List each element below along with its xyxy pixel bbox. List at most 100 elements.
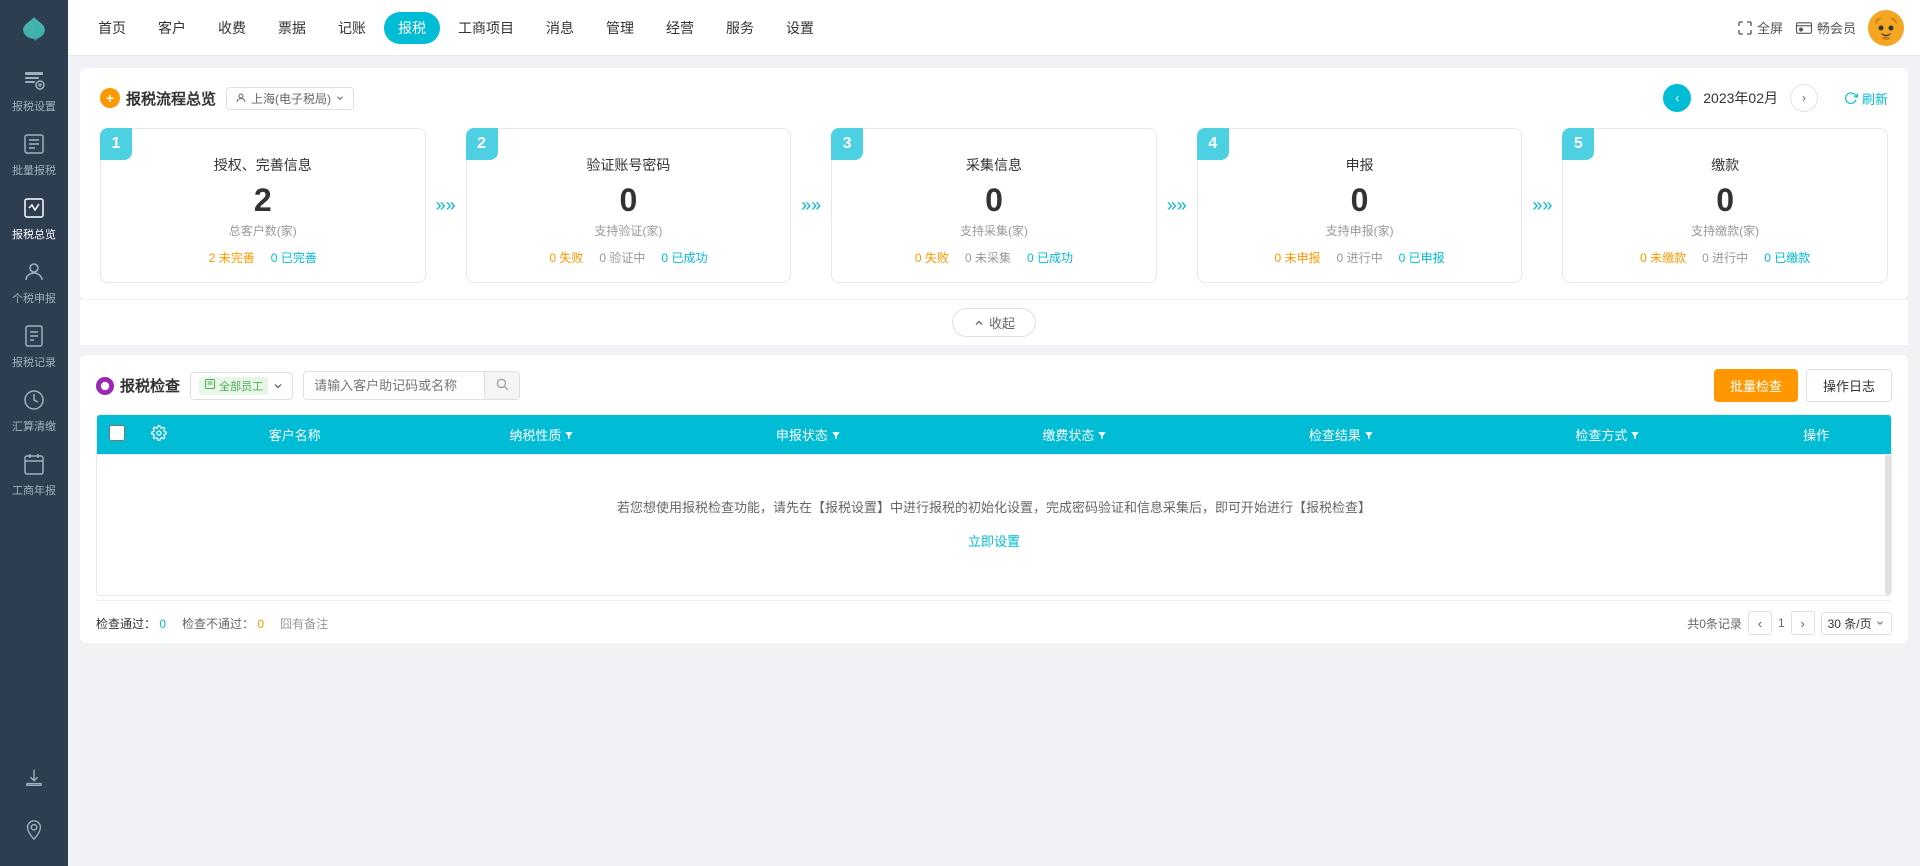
search-input[interactable] xyxy=(304,373,484,398)
step-1-card: 1 授权、完善信息 2 总客户数(家) 2 未完善 0 已完善 xyxy=(100,128,426,283)
sidebar-item-tax-record[interactable]: 报税记录 xyxy=(0,312,68,376)
nav-fee[interactable]: 收费 xyxy=(204,12,260,44)
step-2-stat-mid[interactable]: 0 验证中 xyxy=(599,249,645,266)
check-table: 客户名称 纳税性质 申报状态 xyxy=(97,415,1891,454)
step-2-stats: 0 失败 0 验证中 0 已成功 xyxy=(483,249,775,266)
fullscreen-button[interactable]: 全屏 xyxy=(1737,18,1783,37)
step-5-stat-mid[interactable]: 0 进行中 xyxy=(1702,249,1748,266)
th-check-result[interactable]: 检查结果 xyxy=(1208,415,1475,454)
current-page: 1 xyxy=(1778,616,1785,630)
overview-panel: + 报税流程总览 上海(电子税局) ‹ 2023年02月 › 刷新 xyxy=(80,68,1908,299)
check-title: 报税检查 xyxy=(96,375,180,396)
operation-log-button[interactable]: 操作日志 xyxy=(1806,369,1892,402)
step-5-count: 0 xyxy=(1579,183,1871,218)
step-5-stat-ok[interactable]: 0 已缴款 xyxy=(1764,249,1810,266)
nav-tax[interactable]: 报税 xyxy=(384,12,440,44)
nav-msg[interactable]: 消息 xyxy=(532,12,588,44)
nav-bookkeep[interactable]: 记账 xyxy=(324,12,380,44)
app-logo[interactable] xyxy=(0,0,68,56)
search-button[interactable] xyxy=(484,372,519,399)
select-all-checkbox[interactable] xyxy=(109,425,125,441)
step-2-count: 0 xyxy=(483,183,775,218)
sidebar-item-personal-tax[interactable]: 个税申报 xyxy=(0,248,68,312)
th-checkbox xyxy=(97,415,137,454)
vip-button[interactable]: 畅会员 xyxy=(1795,18,1856,37)
nav-ops[interactable]: 经营 xyxy=(652,12,708,44)
avatar[interactable] xyxy=(1868,10,1904,46)
overview-header: + 报税流程总览 上海(电子税局) ‹ 2023年02月 › 刷新 xyxy=(100,84,1888,112)
th-tax-nature[interactable]: 纳税性质 xyxy=(409,415,676,454)
nav-items: 首页 客户 收费 票据 记账 报税 工商项目 消息 管理 经营 服务 设置 xyxy=(84,12,1737,44)
step-2-card: 2 验证账号密码 0 支持验证(家) 0 失败 0 验证中 xyxy=(466,128,792,283)
step-1-num: 1 xyxy=(100,128,132,160)
refresh-label: 刷新 xyxy=(1862,89,1888,108)
person-icon xyxy=(235,92,247,104)
step-3-stat-ok[interactable]: 0 已成功 xyxy=(1027,249,1073,266)
pagination: 共0条记录 ‹ 1 › 30 条/页 xyxy=(1687,611,1892,635)
sidebar-bottom xyxy=(0,754,68,866)
prev-page-button[interactable]: ‹ xyxy=(1748,611,1772,635)
step-4-card: 4 申报 0 支持申报(家) 0 未申报 0 进行中 xyxy=(1197,128,1523,283)
step-1-stat-ok[interactable]: 0 已完善 xyxy=(271,249,317,266)
download-icon xyxy=(18,762,50,794)
step-3-stat-mid[interactable]: 0 未采集 xyxy=(965,249,1011,266)
settings-icon[interactable] xyxy=(151,425,167,441)
next-month-button[interactable]: › xyxy=(1790,84,1818,112)
pass-link[interactable]: 0 xyxy=(159,617,166,631)
per-page-dropdown-icon xyxy=(1875,618,1885,628)
tax-record-icon xyxy=(18,320,50,352)
refresh-button[interactable]: 刷新 xyxy=(1844,89,1888,108)
th-declare-status[interactable]: 申报状态 xyxy=(675,415,942,454)
step-2-stat-fail[interactable]: 0 失败 xyxy=(549,249,583,266)
steps-row: 1 授权、完善信息 2 总客户数(家) 2 未完善 0 已完善 xyxy=(100,128,1888,283)
step-arrow-2: »» xyxy=(791,128,831,283)
step-1-title: 授权、完善信息 xyxy=(117,155,409,175)
step-5-stat-fail[interactable]: 0 未缴款 xyxy=(1640,249,1686,266)
step-4-stat-ok[interactable]: 0 已申报 xyxy=(1399,249,1445,266)
th-pay-status[interactable]: 缴费状态 xyxy=(942,415,1209,454)
th-action: 操作 xyxy=(1741,415,1891,454)
top-nav: 首页 客户 收费 票据 记账 报税 工商项目 消息 管理 经营 服务 设置 全屏… xyxy=(68,0,1920,56)
fail-count: 检查不通过： 0 xyxy=(182,615,264,632)
sidebar-item-settlement[interactable]: 汇算清缴 xyxy=(0,376,68,440)
next-page-button[interactable]: › xyxy=(1791,611,1815,635)
fail-link[interactable]: 0 xyxy=(257,617,264,631)
sidebar-bottom-location[interactable] xyxy=(0,806,68,854)
sidebar-item-label: 报税总览 xyxy=(12,226,56,242)
nav-invoice[interactable]: 票据 xyxy=(264,12,320,44)
batch-check-button[interactable]: 批量检查 xyxy=(1714,369,1798,402)
step-3-stat-fail[interactable]: 0 失败 xyxy=(915,249,949,266)
nav-mgmt[interactable]: 管理 xyxy=(592,12,648,44)
collapse-label: 收起 xyxy=(989,313,1015,332)
step-1-stat-fail[interactable]: 2 未完善 xyxy=(209,249,255,266)
sidebar-item-tax-settings[interactable]: 报税设置 xyxy=(0,56,68,120)
nav-svc[interactable]: 服务 xyxy=(712,12,768,44)
nav-client[interactable]: 客户 xyxy=(144,12,200,44)
filter-icon xyxy=(564,430,574,440)
th-check-method[interactable]: 检查方式 xyxy=(1475,415,1742,454)
step-2-stat-ok[interactable]: 0 已成功 xyxy=(661,249,707,266)
sidebar-item-batch-tax[interactable]: 批量报税 xyxy=(0,120,68,184)
step-4-stat-mid[interactable]: 0 进行中 xyxy=(1337,249,1383,266)
content: + 报税流程总览 上海(电子税局) ‹ 2023年02月 › 刷新 xyxy=(68,56,1920,866)
step-5-card: 5 缴款 0 支持缴款(家) 0 未缴款 0 进行中 xyxy=(1562,128,1888,283)
scrollbar[interactable] xyxy=(1885,455,1891,595)
sidebar-item-tax-overview[interactable]: 报税总览 xyxy=(0,184,68,248)
nav-settings[interactable]: 设置 xyxy=(772,12,828,44)
step-4-stats: 0 未申报 0 进行中 0 已申报 xyxy=(1214,249,1506,266)
annual-biz-icon xyxy=(18,448,50,480)
prev-month-button[interactable]: ‹ xyxy=(1663,84,1691,112)
table-body-empty: 若您想使用报税检查功能，请先在【报税设置】中进行报税的初始化设置，完成密码验证和… xyxy=(97,454,1891,595)
step-5-title: 缴款 xyxy=(1579,155,1871,175)
nav-biz[interactable]: 工商项目 xyxy=(444,12,528,44)
sidebar-item-annual-biz[interactable]: 工商年报 xyxy=(0,440,68,504)
step-3-count: 0 xyxy=(848,183,1140,218)
collapse-button[interactable]: 收起 xyxy=(952,308,1036,337)
location-tag[interactable]: 上海(电子税局) xyxy=(226,87,354,110)
nav-home[interactable]: 首页 xyxy=(84,12,140,44)
step-4-stat-fail[interactable]: 0 未申报 xyxy=(1275,249,1321,266)
sidebar-bottom-download[interactable] xyxy=(0,754,68,802)
setup-link[interactable]: 立即设置 xyxy=(617,529,1371,555)
per-page-select[interactable]: 30 条/页 xyxy=(1821,612,1892,635)
employee-select[interactable]: 全部员工 xyxy=(190,372,293,400)
